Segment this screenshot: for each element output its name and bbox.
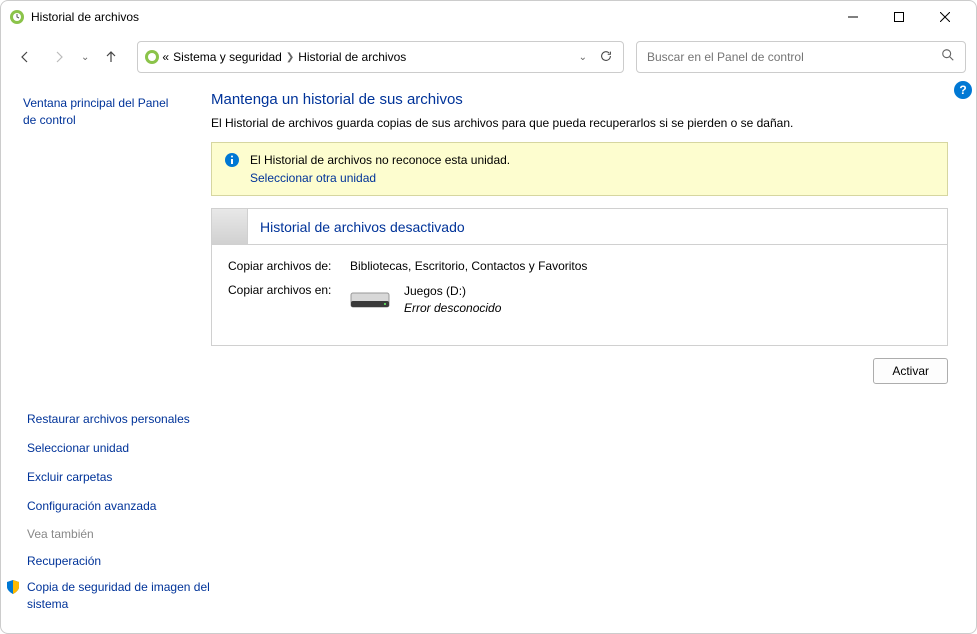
breadcrumb-prefix: « (162, 50, 169, 64)
minimize-button[interactable] (830, 1, 876, 33)
address-dropdown[interactable]: ⌄ (579, 52, 587, 63)
sidebar-recovery[interactable]: Recuperación (23, 547, 211, 576)
refresh-button[interactable] (595, 49, 617, 66)
chevron-right-icon: ❯ (286, 52, 294, 63)
navbar: ⌄ « Sistema y seguridad ❯ Historial de a… (1, 33, 976, 81)
page-heading: Mantenga un historial de sus archivos (211, 91, 948, 108)
address-bar[interactable]: « Sistema y seguridad ❯ Historial de arc… (137, 41, 624, 73)
location-icon (144, 49, 160, 65)
sidebar-advanced-settings[interactable]: Configuración avanzada (23, 492, 211, 521)
recent-dropdown[interactable]: ⌄ (79, 52, 91, 63)
breadcrumb-system[interactable]: Sistema y seguridad (173, 50, 282, 64)
close-button[interactable] (922, 1, 968, 33)
breadcrumb-filehistory[interactable]: Historial de archivos (298, 50, 406, 64)
shield-icon (5, 579, 21, 595)
maximize-button[interactable] (876, 1, 922, 33)
window-title: Historial de archivos (31, 10, 830, 24)
app-icon (9, 9, 25, 25)
drive-icon (350, 285, 390, 311)
search-icon[interactable] (941, 48, 955, 67)
search-input[interactable] (647, 50, 941, 64)
page-description: El Historial de archivos guarda copias d… (211, 116, 948, 130)
up-button[interactable] (97, 43, 125, 71)
sidebar-exclude-folders[interactable]: Excluir carpetas (23, 463, 211, 492)
warning-box: El Historial de archivos no reconoce est… (211, 142, 948, 196)
warning-message: El Historial de archivos no reconoce est… (250, 151, 510, 169)
drive-name: Juegos (D:) (404, 283, 501, 300)
select-other-drive-link[interactable]: Seleccionar otra unidad (250, 169, 510, 187)
forward-button[interactable] (45, 43, 73, 71)
status-title: Historial de archivos desactivado (248, 219, 465, 235)
copy-from-label: Copiar archivos de: (228, 259, 350, 273)
titlebar: Historial de archivos (1, 1, 976, 33)
activate-button[interactable]: Activar (873, 358, 948, 384)
content-area: Ventana principal del Panel de control R… (1, 81, 976, 633)
main-panel: ? Mantenga un historial de sus archivos … (211, 81, 976, 633)
back-button[interactable] (11, 43, 39, 71)
copy-from-value: Bibliotecas, Escritorio, Contactos y Fav… (350, 259, 587, 273)
sidebar: Ventana principal del Panel de control R… (1, 81, 211, 633)
drive-error: Error desconocido (404, 300, 501, 317)
status-icon (212, 209, 248, 245)
info-icon (224, 152, 240, 168)
copy-to-label: Copiar archivos en: (228, 283, 350, 317)
sidebar-select-drive[interactable]: Seleccionar unidad (23, 434, 211, 463)
help-icon[interactable]: ? (954, 81, 972, 99)
search-box[interactable] (636, 41, 966, 73)
sidebar-control-panel-home[interactable]: Ventana principal del Panel de control (23, 85, 211, 401)
sidebar-restore-files[interactable]: Restaurar archivos personales (23, 405, 211, 434)
status-panel: Historial de archivos desactivado Copiar… (211, 208, 948, 346)
sidebar-system-image-backup[interactable]: Copia de seguridad de imagen del sistema (27, 579, 211, 613)
see-also-header: Vea también (23, 521, 211, 547)
